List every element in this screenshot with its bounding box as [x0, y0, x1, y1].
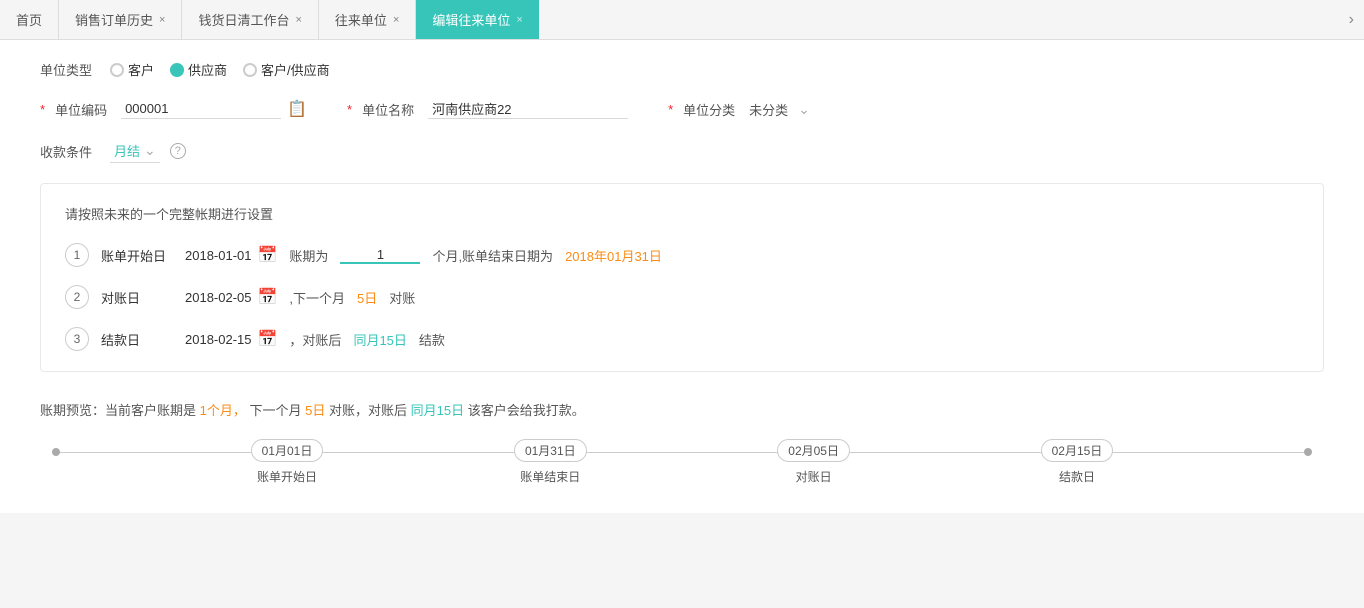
main-content: 单位类型 客户 供应商 客户/供应商 * 单位编码 📋 * 单位名称: [0, 40, 1364, 513]
unit-code-label: 单位编码: [55, 100, 107, 119]
unit-code-input[interactable]: [121, 99, 281, 119]
unit-type-label: 单位类型: [40, 60, 92, 79]
node-4-pill: 02月15日: [1041, 439, 1114, 462]
payment-terms-select[interactable]: 月结 ⌄: [110, 139, 160, 163]
step-3-num: 3: [65, 327, 89, 351]
unit-name-label: 单位名称: [362, 100, 414, 119]
tab-scroll-arrow[interactable]: ›: [1339, 11, 1364, 29]
timeline-start-dot: [52, 439, 60, 485]
step-2-date-cell: 2018-02-05 📅: [185, 287, 277, 307]
step-1-date: 2018-01-01: [185, 248, 252, 263]
help-icon[interactable]: ?: [170, 143, 186, 159]
step-2-label: 对账日: [101, 288, 173, 307]
required-star: *: [347, 102, 352, 117]
payment-terms-value: 月结: [114, 141, 140, 160]
node-3-label: 对账日: [796, 468, 832, 485]
step-3-date: 2018-02-15: [185, 332, 252, 347]
preview-mid2: 对账，对账后: [329, 403, 407, 418]
radio-supplier-circle: [170, 63, 184, 77]
unit-class-group: * 单位分类 未分类 ⌄: [668, 100, 810, 119]
step-1-period-label: 账期为: [289, 246, 328, 265]
close-icon[interactable]: ×: [159, 14, 165, 26]
step-3-date-cell: 2018-02-15 📅: [185, 329, 277, 349]
preview-highlight3: 同月15日: [411, 403, 464, 418]
step-2-suffix-pre: ,下一个月: [289, 288, 345, 307]
preview-prefix: 账期预览：当前客户账期是: [40, 403, 196, 418]
step-2-num: 2: [65, 285, 89, 309]
timeline-node-2: 01月31日 账单结束日: [514, 439, 587, 485]
tab-partner-unit[interactable]: 往来单位 ×: [319, 0, 416, 39]
step-1-num: 1: [65, 243, 89, 267]
step-1-label: 账单开始日: [101, 246, 173, 265]
step-2-date: 2018-02-05: [185, 290, 252, 305]
step-3-calendar-icon[interactable]: 📅: [258, 329, 278, 349]
node-1-label: 账单开始日: [257, 468, 317, 485]
tab-home[interactable]: 首页: [0, 0, 59, 39]
tab-edit-partner[interactable]: 编辑往来单位 ×: [416, 0, 538, 39]
timeline-nodes: 01月01日 账单开始日 01月31日 账单结束日 02月05日 对账日 02月…: [52, 439, 1312, 485]
radio-supplier[interactable]: 供应商: [170, 60, 227, 79]
radio-customer-circle: [110, 63, 124, 77]
timeline-node-4: 02月15日 结款日: [1041, 439, 1114, 485]
unit-type-radio-group: 客户 供应商 客户/供应商: [110, 60, 330, 79]
preview-section: 账期预览：当前客户账期是 1个月， 下一个月 5日 对账，对账后 同月15日 该…: [40, 388, 1324, 493]
tab-cash-work[interactable]: 钱货日清工作台 ×: [182, 0, 318, 39]
close-icon[interactable]: ×: [393, 14, 399, 26]
preview-highlight2: 5日: [305, 403, 325, 418]
unit-type-row: 单位类型 客户 供应商 客户/供应商: [40, 60, 1324, 79]
payment-terms-label: 收款条件: [40, 142, 92, 161]
payment-terms-row: 收款条件 月结 ⌄ ?: [40, 139, 1324, 163]
step-1-period-date: 2018年01月31日: [565, 246, 662, 265]
end-dot: [1304, 448, 1312, 456]
preview-highlight1: 1个月，: [200, 403, 246, 418]
timeline-node-1: 01月01日 账单开始日: [251, 439, 324, 485]
step-1-period-unit: 个月,账单结束日期为: [432, 246, 553, 265]
start-dot: [52, 448, 60, 456]
tab-bar: 首页 销售订单历史 × 钱货日清工作台 × 往来单位 × 编辑往来单位 × ›: [0, 0, 1364, 40]
node-2-label: 账单结束日: [520, 468, 580, 485]
section-title: 请按照未来的一个完整帐期进行设置: [65, 204, 1299, 223]
timeline-end-dot: [1304, 439, 1312, 485]
unit-class-dropdown-icon[interactable]: ⌄: [798, 101, 810, 118]
step-3-row: 3 结款日 2018-02-15 📅 ，对账后 同月15日 结款: [65, 327, 1299, 351]
period-settings-box: 请按照未来的一个完整帐期进行设置 1 账单开始日 2018-01-01 📅 账期…: [40, 183, 1324, 372]
unit-name-group: * 单位名称: [347, 99, 628, 119]
node-1-pill: 01月01日: [251, 439, 324, 462]
step-1-period-input[interactable]: [340, 247, 420, 264]
step-1-row: 1 账单开始日 2018-01-01 📅 账期为 个月,账单结束日期为 2018…: [65, 243, 1299, 267]
step-3-suffix-pre: ，对账后: [289, 330, 341, 349]
step-1-date-cell: 2018-01-01 📅: [185, 245, 277, 265]
tab-sales-history[interactable]: 销售订单历史 ×: [59, 0, 182, 39]
step-3-highlight: 同月15日: [353, 330, 406, 349]
step-2-highlight: 5日: [357, 288, 377, 307]
preview-mid1: 下一个月: [250, 403, 302, 418]
unit-info-row: * 单位编码 📋 * 单位名称 * 单位分类 未分类 ⌄: [40, 99, 1324, 119]
close-icon[interactable]: ×: [516, 14, 522, 26]
step-3-label: 结款日: [101, 330, 173, 349]
required-star: *: [668, 102, 673, 117]
radio-customer[interactable]: 客户: [110, 60, 154, 79]
unit-class-value: 未分类: [749, 100, 788, 119]
preview-text: 账期预览：当前客户账期是 1个月， 下一个月 5日 对账，对账后 同月15日 该…: [40, 400, 1324, 419]
node-4-label: 结款日: [1059, 468, 1095, 485]
node-2-pill: 01月31日: [514, 439, 587, 462]
unit-class-label: 单位分类: [683, 100, 735, 119]
unit-code-group: * 单位编码 📋: [40, 99, 307, 119]
unit-name-input[interactable]: [428, 99, 628, 119]
timeline-container: 01月01日 账单开始日 01月31日 账单结束日 02月05日 对账日 02月…: [40, 439, 1324, 485]
payment-terms-dropdown-icon[interactable]: ⌄: [144, 142, 156, 159]
step-2-suffix-post: 对账: [389, 288, 415, 307]
timeline-node-3: 02月05日 对账日: [777, 439, 850, 485]
node-3-pill: 02月05日: [777, 439, 850, 462]
step-3-suffix-post: 结款: [419, 330, 445, 349]
copy-icon[interactable]: 📋: [287, 99, 307, 119]
required-star: *: [40, 102, 45, 117]
preview-suffix: 该客户会给我打款。: [468, 403, 585, 418]
radio-both-circle: [243, 63, 257, 77]
step-2-row: 2 对账日 2018-02-05 📅 ,下一个月 5日 对账: [65, 285, 1299, 309]
step-2-calendar-icon[interactable]: 📅: [258, 287, 278, 307]
radio-both[interactable]: 客户/供应商: [243, 60, 330, 79]
step-1-calendar-icon[interactable]: 📅: [258, 245, 278, 265]
close-icon[interactable]: ×: [295, 14, 301, 26]
